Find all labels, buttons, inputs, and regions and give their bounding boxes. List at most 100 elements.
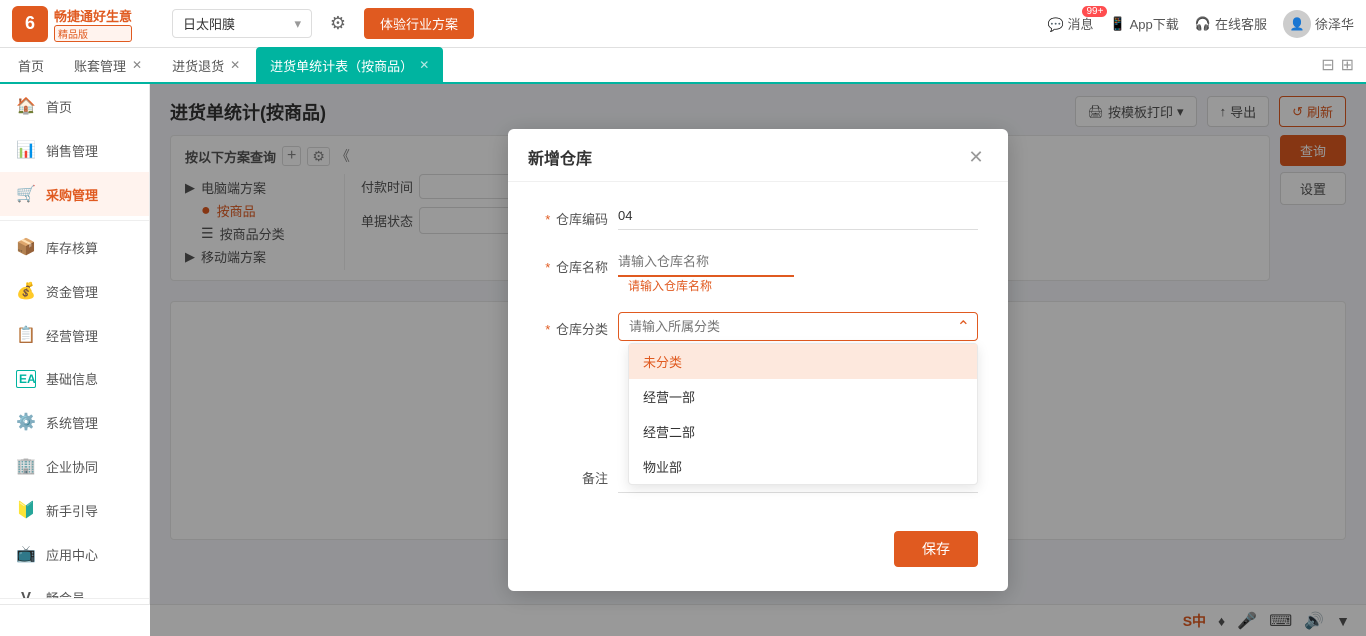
basic-info-icon: EA (16, 370, 36, 388)
sidebar-item-operations[interactable]: 📋 经营管理 (0, 313, 149, 357)
tab-minimize-icon[interactable]: ⊟ (1321, 55, 1334, 75)
sidebar-item-basic[interactable]: EA 基础信息 (0, 357, 149, 400)
sidebar-item-enterprise[interactable]: 🏢 企业协同 (0, 444, 149, 488)
tab-purchase-stats[interactable]: 进货单统计表（按商品） ✕ (256, 47, 443, 83)
sidebar-item-enterprise-label: 企业协同 (46, 457, 98, 476)
inventory-icon: 📦 (16, 237, 36, 257)
required-star-code: * (545, 212, 550, 227)
sidebar-item-vip-label: 畅会员 (46, 588, 85, 598)
sidebar-item-sales[interactable]: 📊 销售管理 (0, 128, 149, 172)
dropdown-item-op1[interactable]: 经营一部 (629, 379, 977, 414)
sidebar-item-system[interactable]: ⚙️ 系统管理 (0, 400, 149, 444)
dialog-footer: 保存 (508, 531, 1008, 567)
notification-button[interactable]: 💬 消息 99+ (1048, 14, 1094, 33)
sidebar-item-purchase[interactable]: 🛒 采购管理 (0, 172, 149, 216)
name-error-row: 请输入仓库名称 (538, 277, 712, 294)
message-icon: 💬 (1048, 17, 1064, 32)
name-label: * 仓库名称 (538, 250, 618, 276)
sales-icon: 📊 (16, 140, 36, 160)
sidebar-item-finance-label: 资金管理 (46, 282, 98, 301)
form-row-category: * 仓库分类 ⌃ 未分类 经营一部 经营二部 物业部 (538, 312, 978, 341)
sidebar-item-apps[interactable]: 📺 应用中心 (0, 532, 149, 576)
avatar: 👤 (1283, 10, 1311, 38)
online-service-button[interactable]: 🎧 在线客服 (1195, 14, 1267, 33)
sidebar: 🏠 首页 📊 销售管理 🛒 采购管理 📦 库存核算 💰 资金管理 📋 (0, 84, 150, 636)
tab-purchase-stats-label: 进货单统计表（按商品） (270, 56, 413, 75)
enterprise-icon: 🏢 (16, 456, 36, 476)
category-input[interactable] (618, 312, 978, 341)
sidebar-item-home-label: 首页 (46, 97, 72, 116)
dialog-header: 新增仓库 ✕ (508, 129, 1008, 182)
logo-title: 畅捷通好生意 (54, 6, 132, 25)
username-label: 徐泽华 (1315, 14, 1354, 33)
name-error-message: 请输入仓库名称 (628, 277, 712, 294)
name-input-row: * 仓库名称 (538, 248, 794, 277)
dialog-close-button[interactable]: ✕ (964, 145, 988, 169)
top-bar: 6 畅捷通好生意 精品版 日太阳膜 ▾ ⚙ 体验行业方案 💬 消息 99+ 📱 … (0, 0, 1366, 48)
sidebar-item-sales-label: 销售管理 (46, 141, 98, 160)
tab-accounts-close[interactable]: ✕ (132, 58, 142, 72)
trial-button[interactable]: 体验行业方案 (364, 8, 474, 39)
notification-count: 99+ (1082, 6, 1107, 17)
tab-bar-controls: ⊟ ⊞ (1321, 55, 1362, 75)
vip-icon: V (16, 589, 36, 598)
category-dropdown-list: 未分类 经营一部 经营二部 物业部 (628, 343, 978, 485)
store-name: 日太阳膜 (183, 14, 235, 33)
top-right-area: 💬 消息 99+ 📱 App下载 🎧 在线客服 👤 徐泽华 (1048, 10, 1354, 38)
warehouse-name-input[interactable] (618, 248, 794, 277)
sidebar-item-guide-label: 新手引导 (46, 501, 98, 520)
dialog-add-warehouse: 新增仓库 ✕ * 仓库编码 (508, 129, 1008, 591)
tab-purchase-return-label: 进货退货 (172, 56, 224, 75)
tab-accounts[interactable]: 账套管理 ✕ (60, 47, 156, 83)
save-button[interactable]: 保存 (894, 531, 978, 567)
tab-purchase-stats-close[interactable]: ✕ (419, 58, 429, 72)
tab-home-label: 首页 (18, 56, 44, 75)
sidebar-item-home[interactable]: 🏠 首页 (0, 84, 149, 128)
guide-icon: 🔰 (16, 500, 36, 520)
sidebar-item-operations-label: 经营管理 (46, 326, 98, 345)
sidebar-divider-1 (0, 220, 149, 221)
app-logo-icon: 6 (12, 6, 48, 42)
modal-overlay[interactable]: 新增仓库 ✕ * 仓库编码 (150, 84, 1366, 636)
dialog-body: * 仓库编码 * 仓库名称 (508, 182, 1008, 521)
required-star-category: * (545, 322, 550, 337)
sidebar-item-finance[interactable]: 💰 资金管理 (0, 269, 149, 313)
logo-badge: 精品版 (54, 25, 132, 42)
finance-icon: 💰 (16, 281, 36, 301)
tab-purchase-return-close[interactable]: ✕ (230, 58, 240, 72)
system-icon: ⚙️ (16, 412, 36, 432)
category-select-wrap: ⌃ (618, 312, 978, 341)
tab-accounts-label: 账套管理 (74, 56, 126, 75)
apps-icon: 📺 (16, 544, 36, 564)
dropdown-item-op2[interactable]: 经营二部 (629, 414, 977, 449)
sidebar-item-basic-label: 基础信息 (46, 369, 98, 388)
dropdown-item-none[interactable]: 未分类 (629, 344, 977, 379)
dialog-title: 新增仓库 (528, 145, 592, 169)
app-download-button[interactable]: 📱 App下载 (1109, 14, 1178, 33)
sidebar-item-system-label: 系统管理 (46, 413, 98, 432)
logo-area: 6 畅捷通好生意 精品版 (12, 6, 162, 42)
logo-text-block: 畅捷通好生意 精品版 (54, 6, 132, 42)
sidebar-item-purchase-label: 采购管理 (46, 185, 98, 204)
category-label: * 仓库分类 (538, 312, 618, 338)
phone-icon: 📱 (1109, 16, 1125, 32)
settings-gear-button[interactable]: ⚙ (322, 8, 354, 40)
form-row-name: * 仓库名称 请输入仓库名称 (538, 248, 978, 294)
store-selector[interactable]: 日太阳膜 ▾ (172, 9, 312, 38)
code-label: * 仓库编码 (538, 202, 618, 228)
tab-purchase-return[interactable]: 进货退货 ✕ (158, 47, 254, 83)
dropdown-item-op3[interactable]: 物业部 (629, 449, 977, 484)
warehouse-code-input[interactable] (618, 202, 978, 230)
user-profile-button[interactable]: 👤 徐泽华 (1283, 10, 1354, 38)
sidebar-item-apps-label: 应用中心 (46, 545, 98, 564)
sidebar-item-vip[interactable]: V 畅会员 (0, 576, 149, 598)
operations-icon: 📋 (16, 325, 36, 345)
sidebar-item-inventory[interactable]: 📦 库存核算 (0, 225, 149, 269)
headset-icon: 🎧 (1195, 16, 1211, 32)
chevron-down-icon: ▾ (294, 16, 301, 32)
tab-home[interactable]: 首页 (4, 47, 58, 83)
tab-expand-icon[interactable]: ⊞ (1341, 55, 1354, 75)
required-star-name: * (545, 260, 550, 275)
sidebar-item-guide[interactable]: 🔰 新手引导 (0, 488, 149, 532)
notification-label: 消息 (1067, 17, 1093, 32)
